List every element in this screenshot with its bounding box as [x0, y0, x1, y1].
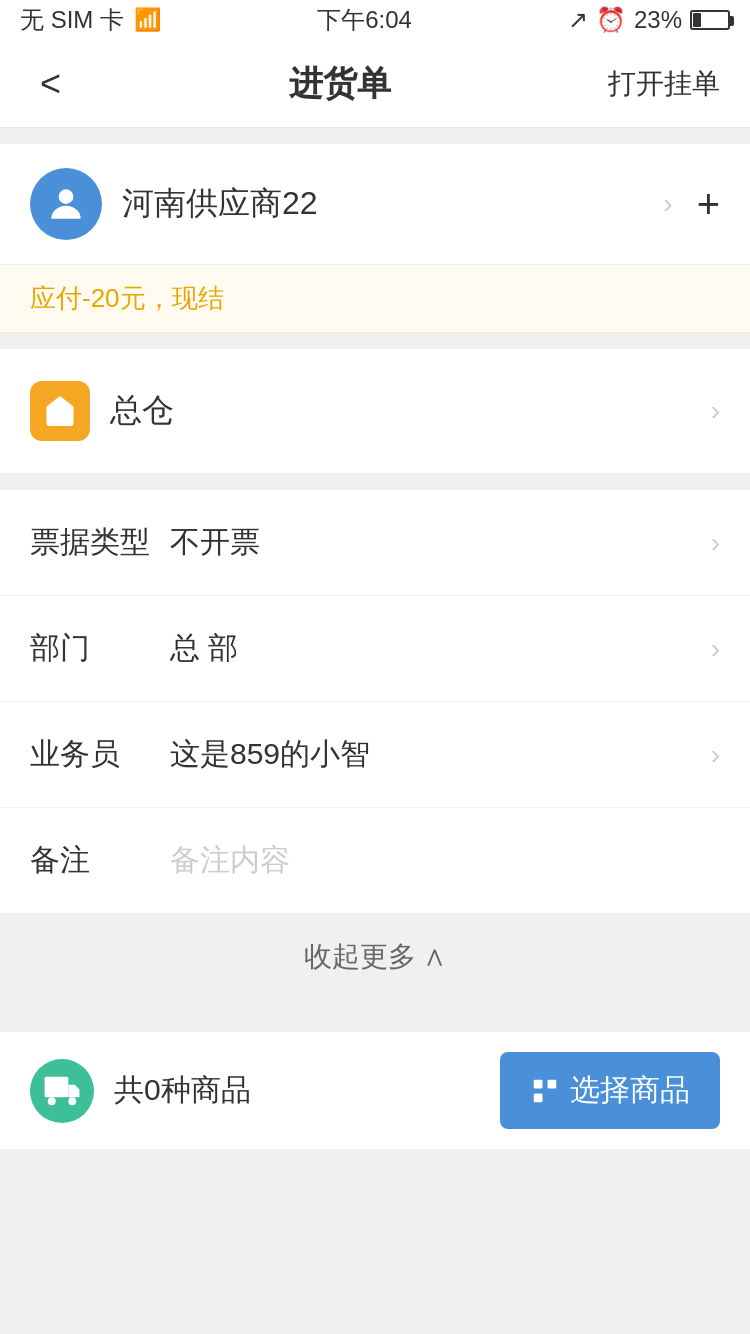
remark-label: 备注 — [30, 840, 170, 881]
info-banner-text: 应付-20元，现结 — [30, 283, 224, 313]
warehouse-name: 总仓 — [110, 389, 711, 433]
department-label: 部门 — [30, 628, 170, 669]
supplier-row[interactable]: 河南供应商22 › + — [0, 144, 750, 265]
svg-rect-5 — [548, 1079, 557, 1088]
svg-rect-6 — [534, 1093, 543, 1102]
svg-point-0 — [59, 189, 74, 204]
section-gap-2 — [0, 333, 750, 349]
remark-value[interactable]: 备注内容 — [170, 840, 720, 881]
wifi-icon: 📶 — [134, 7, 161, 33]
avatar-icon — [44, 182, 88, 226]
product-count-label: 共0种商品 — [114, 1070, 480, 1111]
collapse-label: 收起更多 ∧ — [304, 941, 447, 972]
battery-fill — [693, 13, 701, 27]
remark-row[interactable]: 备注 备注内容 — [0, 808, 750, 914]
info-banner: 应付-20元，现结 — [0, 265, 750, 333]
nav-bar: < 进货单 打开挂单 — [0, 40, 750, 128]
supplier-chevron-icon: › — [663, 188, 672, 220]
svg-point-3 — [68, 1097, 76, 1105]
select-product-button[interactable]: 选择商品 — [500, 1052, 720, 1129]
salesperson-chevron-icon: › — [711, 739, 720, 771]
collapse-button[interactable]: 收起更多 ∧ — [0, 914, 750, 1000]
svg-rect-4 — [534, 1079, 543, 1088]
product-icon — [43, 1072, 81, 1110]
section-gap-4 — [0, 1000, 750, 1016]
invoice-type-value: 不开票 — [170, 522, 711, 563]
carrier-label: 无 SIM 卡 — [20, 4, 124, 36]
status-left: 无 SIM 卡 📶 — [20, 4, 161, 36]
salesperson-label: 业务员 — [30, 734, 170, 775]
status-bar: 无 SIM 卡 📶 下午6:04 ↗ ⏰ 23% — [0, 0, 750, 40]
section-gap-3 — [0, 474, 750, 490]
supplier-card: 河南供应商22 › + 应付-20元，现结 — [0, 144, 750, 333]
bottom-bar: 共0种商品 选择商品 — [0, 1032, 750, 1149]
status-right: ↗ ⏰ 23% — [568, 6, 730, 34]
svg-rect-1 — [45, 1076, 69, 1097]
department-chevron-icon: › — [711, 633, 720, 665]
department-value: 总 部 — [170, 628, 711, 669]
select-product-label: 选择商品 — [570, 1070, 690, 1111]
salesperson-value: 这是859的小智 — [170, 734, 711, 775]
battery-icon — [690, 10, 730, 30]
supplier-avatar — [30, 168, 102, 240]
warehouse-chevron-icon: › — [711, 395, 720, 427]
form-card: 票据类型 不开票 › 部门 总 部 › 业务员 这是859的小智 › 备注 备注… — [0, 490, 750, 914]
status-time: 下午6:04 — [317, 4, 412, 36]
invoice-type-row[interactable]: 票据类型 不开票 › — [0, 490, 750, 596]
supplier-name: 河南供应商22 — [122, 182, 663, 226]
warehouse-icon-bg — [30, 381, 90, 441]
back-button[interactable]: < — [30, 53, 71, 115]
svg-point-2 — [48, 1097, 56, 1105]
product-icon-bg — [30, 1059, 94, 1123]
salesperson-row[interactable]: 业务员 这是859的小智 › — [0, 702, 750, 808]
warehouse-card: 总仓 › — [0, 349, 750, 474]
warehouse-icon — [42, 393, 78, 429]
invoice-type-chevron-icon: › — [711, 527, 720, 559]
invoice-type-label: 票据类型 — [30, 522, 170, 563]
page-title: 进货单 — [289, 61, 391, 107]
warehouse-row[interactable]: 总仓 › — [0, 349, 750, 474]
department-row[interactable]: 部门 总 部 › — [0, 596, 750, 702]
alarm-icon: ⏰ — [596, 6, 626, 34]
section-gap-1 — [0, 128, 750, 144]
add-supplier-button[interactable]: + — [697, 182, 720, 227]
location-icon: ↗ — [568, 6, 588, 34]
select-product-icon — [530, 1076, 560, 1106]
supplier-actions: › + — [663, 182, 720, 227]
open-pending-button[interactable]: 打开挂单 — [608, 65, 720, 103]
battery-percent: 23% — [634, 6, 682, 34]
